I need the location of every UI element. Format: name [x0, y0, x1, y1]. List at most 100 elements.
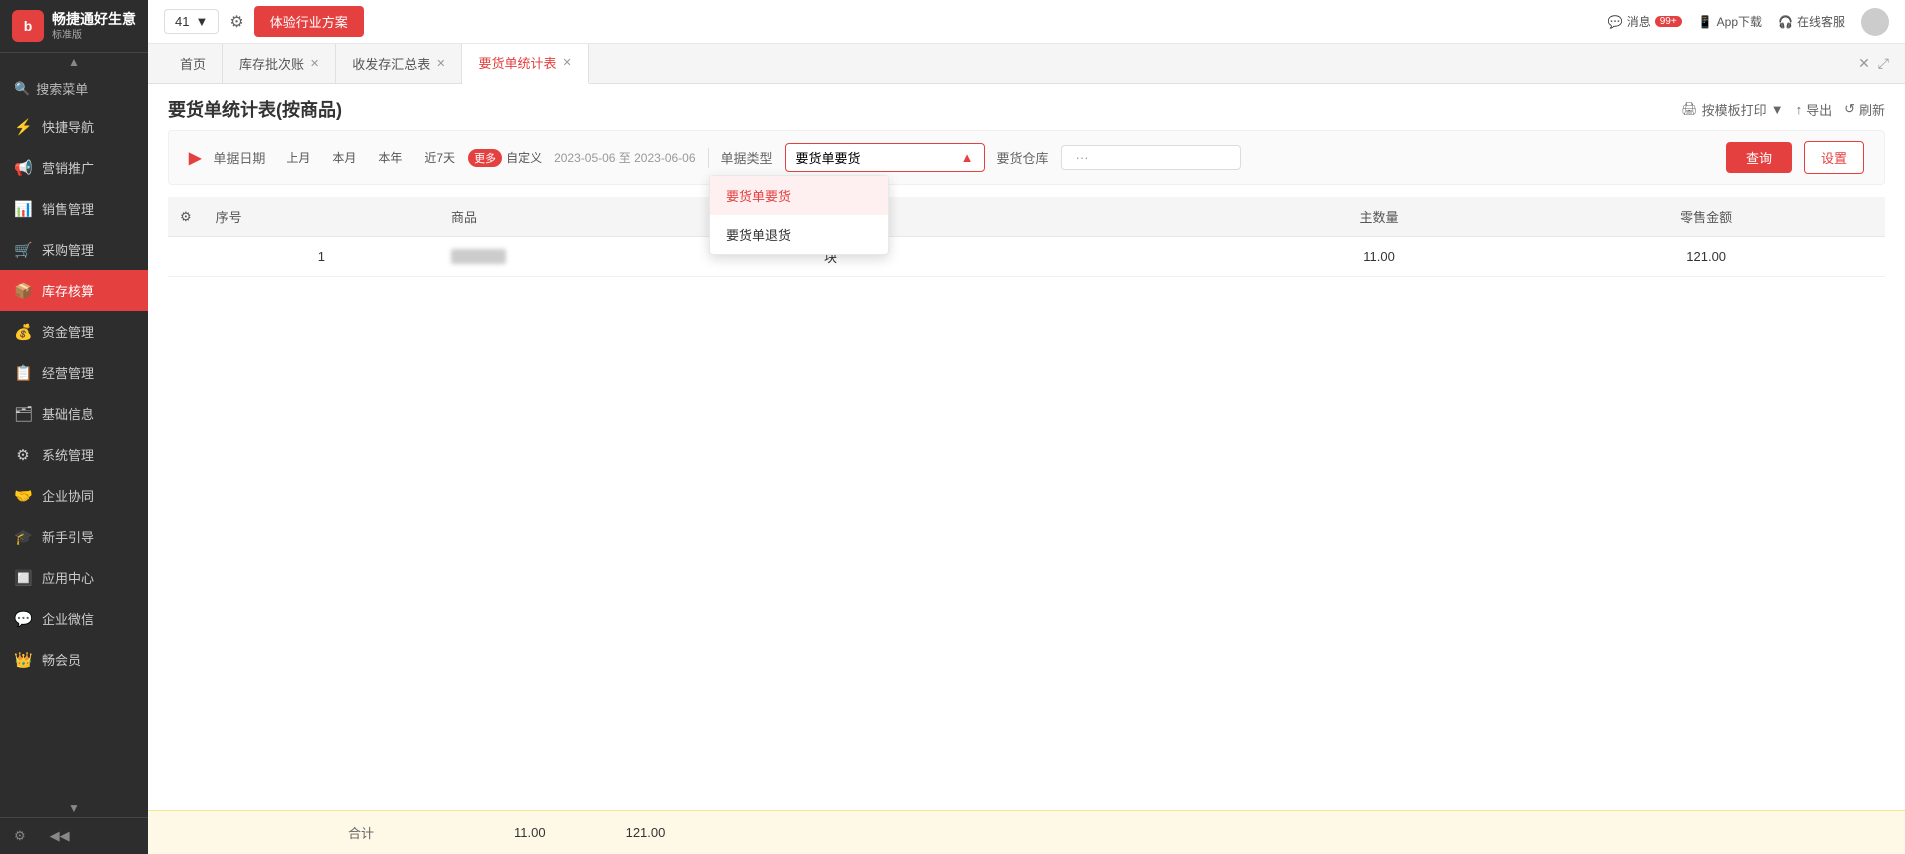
store-dropdown-icon: ▼	[195, 14, 208, 29]
page-actions: 🖨 按模板打印 ▼ ↑ 导出 ↺ 刷新	[1681, 100, 1885, 119]
col-no: 序号	[204, 197, 439, 237]
tab-receive-summary-close[interactable]: ✕	[436, 57, 445, 70]
shortcut-icon: ⚡	[14, 118, 32, 136]
print-dropdown-icon: ▼	[1771, 102, 1784, 117]
tab-close-all-icon[interactable]: ✕	[1858, 55, 1870, 72]
search-icon: 🔍	[14, 81, 30, 97]
dropdown-item-return[interactable]: 要货单退货	[710, 215, 888, 254]
topbar-left: 41 ▼ ⚙ 体验行业方案	[164, 6, 1596, 37]
apps-icon: 🔲	[14, 569, 32, 587]
guide-icon: 🎓	[14, 528, 32, 546]
date-btn-this-month[interactable]: 本月	[323, 145, 365, 170]
sidebar-item-marketing[interactable]: 📢 营销推广	[0, 147, 148, 188]
tabbar: 首页 库存批次账 ✕ 收发存汇总表 ✕ 要货单统计表 ✕ ✕ ⤢	[148, 44, 1905, 84]
sidebar-item-operation[interactable]: 📋 经营管理	[0, 352, 148, 393]
system-icon: ⚙	[14, 446, 32, 464]
tab-batch-account[interactable]: 库存批次账 ✕	[223, 44, 336, 84]
col-quantity: 主数量	[1231, 197, 1528, 237]
refresh-icon: ↺	[1844, 101, 1855, 117]
sidebar-item-apps[interactable]: 🔲 应用中心	[0, 557, 148, 598]
messages-icon: 💬	[1608, 15, 1623, 29]
date-btn-last-month[interactable]: 上月	[277, 145, 319, 170]
date-custom-btn[interactable]: 自定义	[506, 149, 542, 166]
refresh-button[interactable]: ↺ 刷新	[1844, 100, 1885, 119]
page-content: 要货单统计表(按商品) 🖨 按模板打印 ▼ ↑ 导出 ↺ 刷新 ▶	[148, 84, 1905, 854]
tab-home[interactable]: 首页	[164, 44, 223, 84]
user-avatar[interactable]	[1861, 8, 1889, 36]
sidebar: b 畅捷通好生意 标准版 ▲ 🔍 搜索菜单 ⚡ 快捷导航 📢 营销推广 📊 销售…	[0, 0, 148, 854]
sidebar-item-guide[interactable]: 🎓 新手引导	[0, 516, 148, 557]
sidebar-item-purchase[interactable]: 🛒 采购管理	[0, 229, 148, 270]
topbar-right: 💬 消息 99+ 📱 App下载 🎧 在线客服	[1608, 8, 1889, 36]
sidebar-search[interactable]: 🔍 搜索菜单	[0, 71, 148, 106]
sidebar-item-shortcut[interactable]: ⚡ 快捷导航	[0, 106, 148, 147]
warehouse-label: 要货仓库	[997, 148, 1049, 167]
member-icon: 👑	[14, 651, 32, 669]
query-button[interactable]: 查询	[1726, 142, 1792, 173]
date-btn-this-year[interactable]: 本年	[369, 145, 411, 170]
operation-icon: 📋	[14, 364, 32, 382]
date-range-buttons: 上月 本月 本年 近7天 更多 自定义	[277, 145, 542, 170]
print-button[interactable]: 🖨 按模板打印 ▼	[1681, 100, 1783, 119]
sidebar-item-wechat[interactable]: 💬 企业微信	[0, 598, 148, 639]
sidebar-collapse-icon[interactable]: ◀◀	[50, 828, 70, 844]
messages-badge: 99+	[1655, 16, 1682, 27]
sidebar-settings-icon[interactable]: ⚙	[14, 828, 26, 844]
date-btn-last-7[interactable]: 近7天	[415, 145, 464, 170]
sidebar-item-enterprise[interactable]: 🤝 企业协同	[0, 475, 148, 516]
filter-settings-button[interactable]: 设置	[1804, 141, 1864, 174]
row-settings	[168, 237, 204, 277]
sidebar-item-finance[interactable]: 💰 资金管理	[0, 311, 148, 352]
filter-divider	[708, 148, 709, 168]
row-amount: 121.00	[1527, 237, 1885, 277]
export-icon: ↑	[1796, 102, 1803, 117]
finance-icon: 💰	[14, 323, 32, 341]
sidebar-nav: ⚡ 快捷导航 📢 营销推广 📊 销售管理 🛒 采购管理 📦 库存核算 💰 资金管…	[0, 106, 148, 799]
page-header: 要货单统计表(按商品) 🖨 按模板打印 ▼ ↑ 导出 ↺ 刷新	[148, 84, 1905, 130]
trial-button[interactable]: 体验行业方案	[254, 6, 364, 37]
sidebar-scroll-up[interactable]: ▲	[0, 53, 148, 71]
date-more-badge[interactable]: 更多	[468, 149, 502, 167]
sidebar-bottom: ⚙ ◀◀	[0, 817, 148, 854]
headset-icon: 🎧	[1778, 15, 1793, 29]
sidebar-item-inventory[interactable]: 📦 库存核算	[0, 270, 148, 311]
warehouse-select[interactable]: ···	[1061, 145, 1241, 170]
topbar-settings-icon[interactable]: ⚙	[229, 12, 243, 32]
store-number: 41	[175, 14, 189, 29]
app-download-icon: 📱	[1698, 15, 1713, 29]
data-table: ⚙ 序号 商品 主计量单位 主数量 零售金额 1 ██████	[168, 197, 1885, 277]
app-logo: b 畅捷通好生意 标准版	[0, 0, 148, 53]
main-area: 41 ▼ ⚙ 体验行业方案 💬 消息 99+ 📱 App下载 🎧 在线客服	[148, 0, 1905, 854]
row-quantity: 11.00	[1231, 237, 1528, 277]
purchase-icon: 🛒	[14, 241, 32, 259]
col-settings[interactable]: ⚙	[168, 197, 204, 237]
online-service-item[interactable]: 🎧 在线客服	[1778, 13, 1845, 30]
sidebar-item-system[interactable]: ⚙ 系统管理	[0, 434, 148, 475]
print-icon: 🖨	[1681, 101, 1698, 117]
sidebar-item-sales[interactable]: 📊 销售管理	[0, 188, 148, 229]
app-download-item[interactable]: 📱 App下载	[1698, 13, 1762, 30]
messages-item[interactable]: 💬 消息 99+	[1608, 13, 1682, 30]
sales-icon: 📊	[14, 200, 32, 218]
type-select[interactable]: 要货单要货 ▲	[785, 143, 985, 172]
table-row: 1 ██████ 块 11.00 121.00	[168, 237, 1885, 277]
type-dropdown: 要货单要货 要货单退货	[709, 175, 889, 255]
tab-batch-account-close[interactable]: ✕	[310, 57, 319, 70]
type-selected-value: 要货单要货	[796, 148, 861, 167]
filter-toggle-icon[interactable]: ▶	[189, 148, 201, 168]
filter-bar: ▶ 单据日期 上月 本月 本年 近7天 更多 自定义 2023-05-06 至 …	[168, 130, 1885, 185]
logo-icon: b	[12, 10, 44, 42]
tab-requisition-stats-close[interactable]: ✕	[563, 56, 572, 69]
date-label: 单据日期	[213, 148, 265, 167]
tab-receive-summary[interactable]: 收发存汇总表 ✕	[336, 44, 462, 84]
export-button[interactable]: ↑ 导出	[1796, 100, 1833, 119]
topbar: 41 ▼ ⚙ 体验行业方案 💬 消息 99+ 📱 App下载 🎧 在线客服	[148, 0, 1905, 44]
tab-expand-icon[interactable]: ⤢	[1878, 55, 1889, 72]
dropdown-item-delivery[interactable]: 要货单要货	[710, 176, 888, 215]
sidebar-item-basic[interactable]: 🗂 基础信息	[0, 393, 148, 434]
tab-requisition-stats[interactable]: 要货单统计表 ✕	[462, 44, 588, 84]
sidebar-scroll-down[interactable]: ▼	[0, 799, 148, 817]
sidebar-item-member[interactable]: 👑 畅会员	[0, 639, 148, 680]
marketing-icon: 📢	[14, 159, 32, 177]
store-selector[interactable]: 41 ▼	[164, 9, 219, 34]
